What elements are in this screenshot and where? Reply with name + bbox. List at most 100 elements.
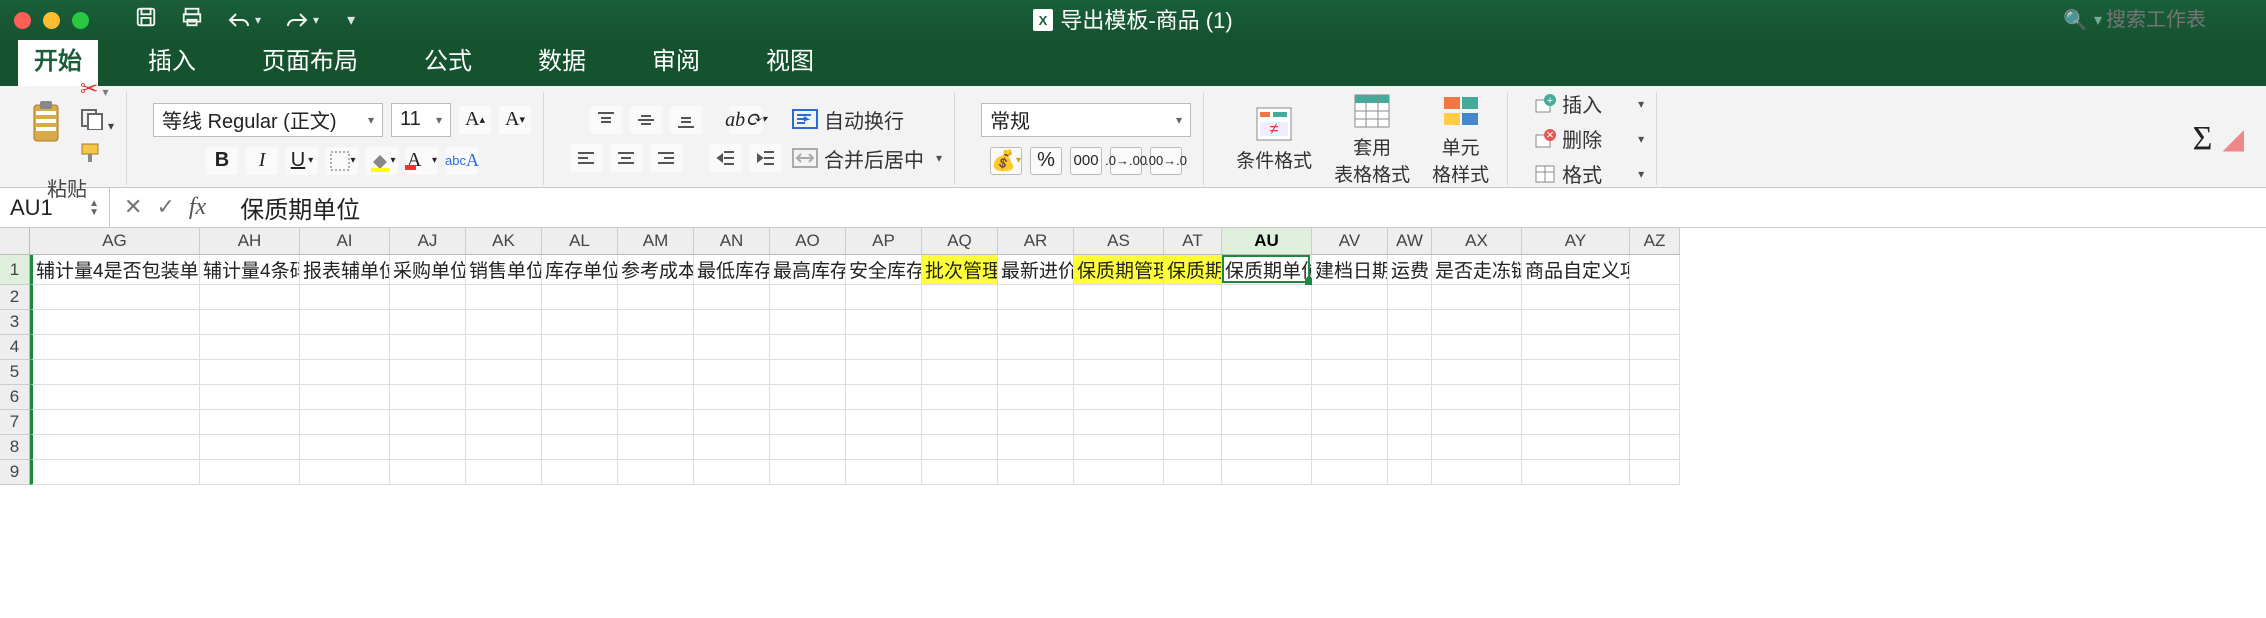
cell-AH3[interactable] <box>200 310 300 335</box>
cell-AI1[interactable]: 报表辅单位 <box>300 255 390 285</box>
row-header-9[interactable]: 9 <box>0 460 30 485</box>
cell-AM1[interactable]: 参考成本 <box>618 255 694 285</box>
cell-AM3[interactable] <box>618 310 694 335</box>
cell-AI7[interactable] <box>300 410 390 435</box>
cell-AP1[interactable]: 安全库存 <box>846 255 922 285</box>
cell-AV5[interactable] <box>1312 360 1388 385</box>
cell-AX7[interactable] <box>1432 410 1522 435</box>
clear-icon[interactable]: ◢ <box>2222 122 2244 155</box>
search-box[interactable]: 🔍 ▾ <box>2063 8 2266 33</box>
tab-插入[interactable]: 插入 <box>132 33 212 86</box>
cell-AT9[interactable] <box>1164 460 1222 485</box>
bold-button[interactable]: B <box>206 147 238 175</box>
cell-AQ9[interactable] <box>922 460 998 485</box>
row-header-7[interactable]: 7 <box>0 410 30 435</box>
search-input[interactable] <box>2106 9 2246 32</box>
cell-AI2[interactable] <box>300 285 390 310</box>
cell-AM4[interactable] <box>618 335 694 360</box>
cell-AL8[interactable] <box>542 435 618 460</box>
cell-AX1[interactable]: 是否走冻链 <box>1432 255 1522 285</box>
print-icon[interactable] <box>181 6 203 34</box>
cell-AP6[interactable] <box>846 385 922 410</box>
cell-AZ4[interactable] <box>1630 335 1680 360</box>
cell-AM2[interactable] <box>618 285 694 310</box>
cell-AS6[interactable] <box>1074 385 1164 410</box>
cell-AL9[interactable] <box>542 460 618 485</box>
cell-AK1[interactable]: 销售单位 <box>466 255 542 285</box>
tab-审阅[interactable]: 审阅 <box>636 33 716 86</box>
cell-AJ3[interactable] <box>390 310 466 335</box>
cell-AL4[interactable] <box>542 335 618 360</box>
row-header-6[interactable]: 6 <box>0 385 30 410</box>
cell-AX6[interactable] <box>1432 385 1522 410</box>
font-name-dropdown[interactable]: 等线 Regular (正文)▾ <box>153 103 383 137</box>
cell-AI5[interactable] <box>300 360 390 385</box>
cell-AP8[interactable] <box>846 435 922 460</box>
cell-AR4[interactable] <box>998 335 1074 360</box>
cell-AO3[interactable] <box>770 310 846 335</box>
cell-AG6[interactable] <box>30 385 200 410</box>
column-header-AN[interactable]: AN <box>694 228 770 255</box>
cell-AP4[interactable] <box>846 335 922 360</box>
cell-AL7[interactable] <box>542 410 618 435</box>
cell-AW1[interactable]: 运费 <box>1388 255 1432 285</box>
spreadsheet-grid[interactable]: AGAHAIAJAKALAMANAOAPAQARASATAUAVAWAXAYAZ… <box>0 228 2266 485</box>
cell-AX2[interactable] <box>1432 285 1522 310</box>
borders-button[interactable]: ▾ <box>326 147 358 175</box>
tab-视图[interactable]: 视图 <box>750 33 830 86</box>
cell-AG8[interactable] <box>30 435 200 460</box>
cell-AU6[interactable] <box>1222 385 1312 410</box>
cell-AZ2[interactable] <box>1630 285 1680 310</box>
select-all-corner[interactable] <box>0 228 30 255</box>
row-header-2[interactable]: 2 <box>0 285 30 310</box>
cell-AR5[interactable] <box>998 360 1074 385</box>
cell-AZ7[interactable] <box>1630 410 1680 435</box>
cell-AL2[interactable] <box>542 285 618 310</box>
cell-AZ3[interactable] <box>1630 310 1680 335</box>
column-header-AX[interactable]: AX <box>1432 228 1522 255</box>
cell-AQ2[interactable] <box>922 285 998 310</box>
cell-AO7[interactable] <box>770 410 846 435</box>
cell-AP3[interactable] <box>846 310 922 335</box>
cell-AJ6[interactable] <box>390 385 466 410</box>
column-header-AK[interactable]: AK <box>466 228 542 255</box>
cell-AG3[interactable] <box>30 310 200 335</box>
cell-AT6[interactable] <box>1164 385 1222 410</box>
cell-AS2[interactable] <box>1074 285 1164 310</box>
cell-AQ6[interactable] <box>922 385 998 410</box>
cell-AX5[interactable] <box>1432 360 1522 385</box>
cell-AW4[interactable] <box>1388 335 1432 360</box>
cell-AS3[interactable] <box>1074 310 1164 335</box>
cell-AL1[interactable]: 库存单位 <box>542 255 618 285</box>
cell-AT4[interactable] <box>1164 335 1222 360</box>
row-header-8[interactable]: 8 <box>0 435 30 460</box>
cell-styles-button[interactable]: 单元 格样式 <box>1426 91 1495 187</box>
cell-AH5[interactable] <box>200 360 300 385</box>
cell-AH1[interactable]: 辅计量4条码 <box>200 255 300 285</box>
cell-AX4[interactable] <box>1432 335 1522 360</box>
decrease-decimal-icon[interactable]: .00→.0 <box>1150 147 1182 175</box>
cell-AU1[interactable]: 保质期单位 <box>1222 255 1312 285</box>
cell-AN2[interactable] <box>694 285 770 310</box>
cell-AQ5[interactable] <box>922 360 998 385</box>
cell-AQ7[interactable] <box>922 410 998 435</box>
cell-AN7[interactable] <box>694 410 770 435</box>
cell-AT1[interactable]: 保质期 <box>1164 255 1222 285</box>
format-painter-icon[interactable] <box>80 142 114 170</box>
cell-AZ6[interactable] <box>1630 385 1680 410</box>
cell-AI3[interactable] <box>300 310 390 335</box>
cell-AI8[interactable] <box>300 435 390 460</box>
cell-AS1[interactable]: 保质期管理 <box>1074 255 1164 285</box>
increase-decimal-icon[interactable]: .0→.00 <box>1110 147 1142 175</box>
column-header-AL[interactable]: AL <box>542 228 618 255</box>
cell-AS4[interactable] <box>1074 335 1164 360</box>
align-bottom-icon[interactable] <box>670 106 702 134</box>
tab-公式[interactable]: 公式 <box>408 33 488 86</box>
column-header-AT[interactable]: AT <box>1164 228 1222 255</box>
cell-AO6[interactable] <box>770 385 846 410</box>
font-color-button[interactable]: A▾ <box>406 147 438 175</box>
cell-AI6[interactable] <box>300 385 390 410</box>
align-center-icon[interactable] <box>610 144 642 172</box>
cell-AY8[interactable] <box>1522 435 1630 460</box>
cell-AS8[interactable] <box>1074 435 1164 460</box>
